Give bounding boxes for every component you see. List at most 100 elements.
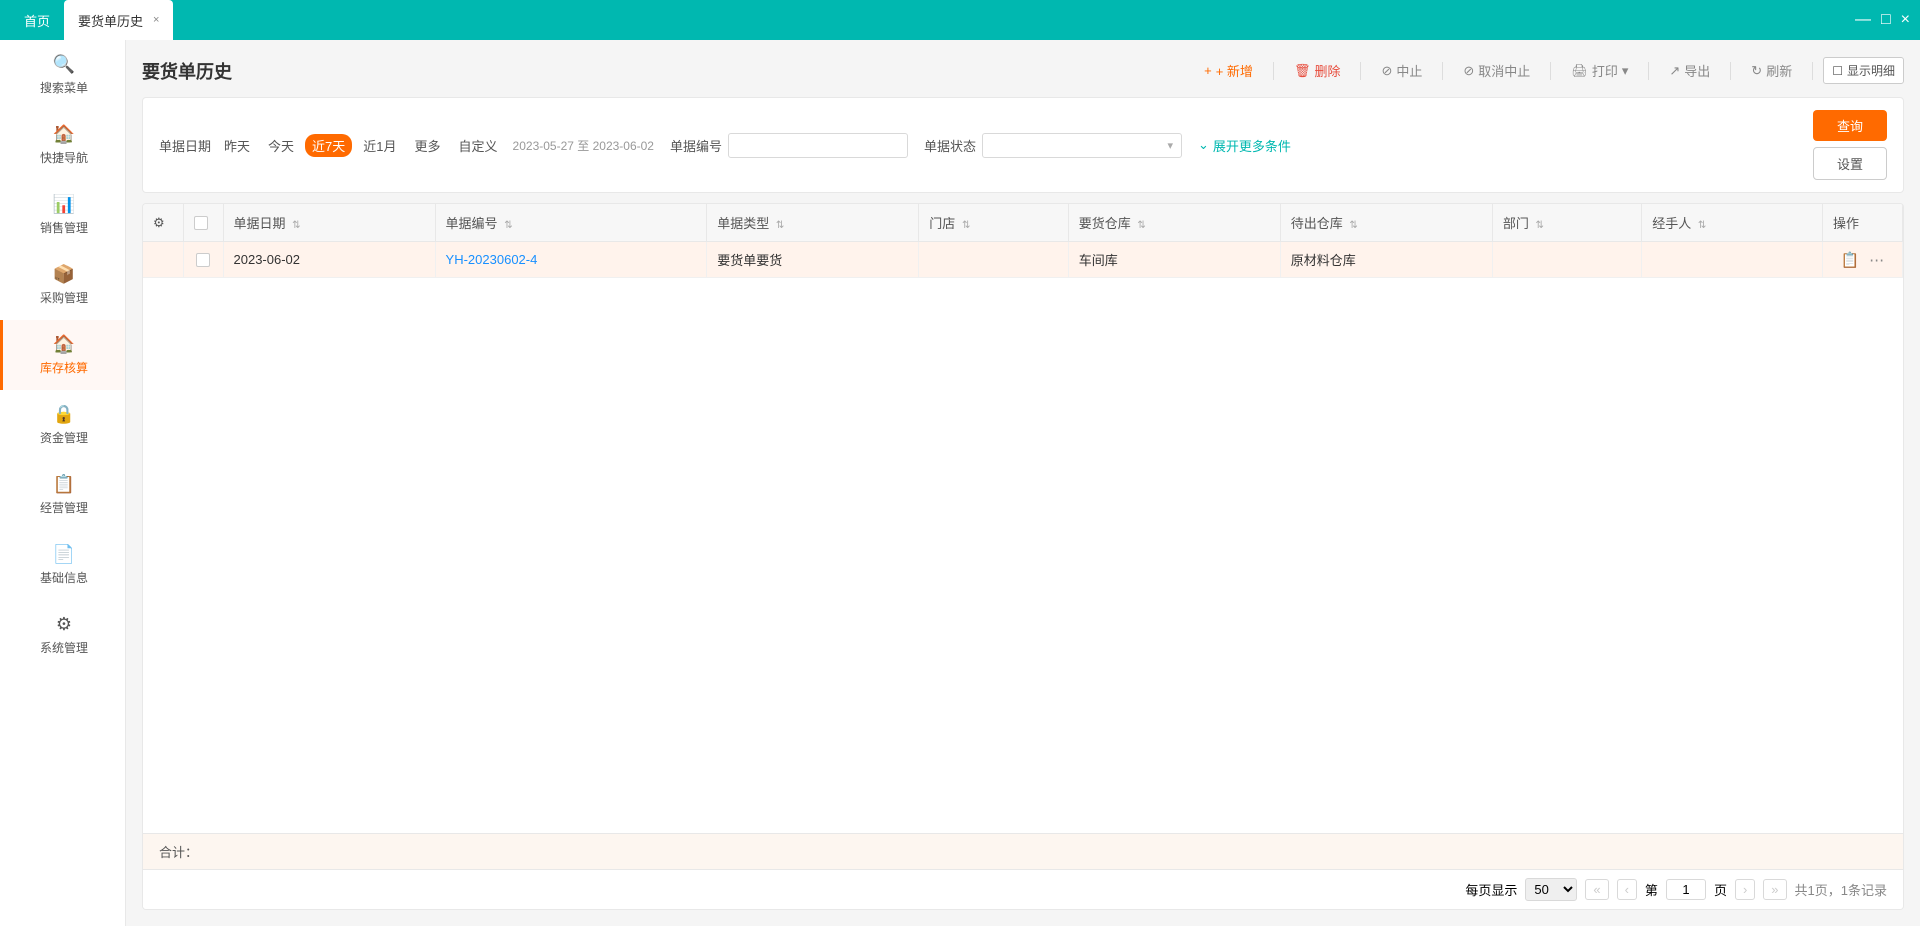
column-store-header[interactable]: 门店 ⇅ bbox=[919, 204, 1068, 242]
next-page-button[interactable]: › bbox=[1735, 879, 1755, 900]
page-header: 要货单历史 + + 新增 🗑 删除 ⊘ 中止 ⊘ bbox=[142, 56, 1904, 85]
toolbar-sep-6 bbox=[1730, 62, 1731, 80]
per-page-select[interactable]: 10 20 50 100 bbox=[1525, 878, 1577, 901]
sort-icon-pendingwarehouse: ⇅ bbox=[1349, 220, 1357, 231]
sidebar-item-basic-info[interactable]: 📄 基础信息 bbox=[0, 530, 125, 600]
date-btn-7days[interactable]: 近7天 bbox=[305, 134, 352, 157]
date-btn-yesterday[interactable]: 昨天 bbox=[217, 134, 257, 157]
sidebar-item-label: 库存核算 bbox=[40, 359, 88, 376]
date-range: 2023-05-27 至 2023-06-02 bbox=[513, 137, 654, 154]
print-button[interactable]: 🖨 打印 ▾ bbox=[1561, 56, 1638, 85]
page-prev-label: 第 bbox=[1645, 880, 1658, 899]
filter-area: 单据日期 昨天 今天 近7天 近1月 更多 自定义 2023-05-27 至 2… bbox=[142, 97, 1904, 193]
stop-button[interactable]: ⊘ 中止 bbox=[1371, 56, 1432, 85]
maximize-button[interactable]: □ bbox=[1881, 11, 1891, 29]
export-icon: ↗ bbox=[1669, 63, 1680, 79]
print-icon: 🖨 bbox=[1571, 63, 1588, 79]
sidebar-item-finance[interactable]: 🔒 资金管理 bbox=[0, 390, 125, 460]
column-reqwarehouse-header[interactable]: 要货仓库 ⇅ bbox=[1068, 204, 1280, 242]
tab-order-history[interactable]: 要货单历史 × bbox=[64, 0, 173, 40]
prev-page-button[interactable]: ‹ bbox=[1617, 879, 1637, 900]
query-button[interactable]: 查询 bbox=[1813, 110, 1887, 141]
row-orderno-cell: YH-20230602-4 bbox=[435, 242, 707, 278]
minimize-button[interactable]: — bbox=[1855, 11, 1871, 29]
sidebar-item-label: 基础信息 bbox=[40, 569, 88, 586]
column-handler-label: 经手人 bbox=[1652, 216, 1691, 231]
column-handler-header[interactable]: 经手人 ⇅ bbox=[1642, 204, 1823, 242]
toolbar-sep-1 bbox=[1273, 62, 1274, 80]
column-pendingwarehouse-header[interactable]: 待出仓库 ⇅ bbox=[1280, 204, 1492, 242]
cancel-stop-button[interactable]: ⊘ 取消中止 bbox=[1453, 56, 1540, 85]
sidebar-item-system[interactable]: ⚙ 系统管理 bbox=[0, 600, 125, 670]
page-number-input[interactable] bbox=[1666, 879, 1706, 900]
new-button[interactable]: + + 新增 bbox=[1194, 56, 1263, 85]
document-icon: 📄 bbox=[53, 544, 75, 565]
search-icon: 🔍 bbox=[53, 54, 75, 75]
row-ordertype-cell: 要货单要货 bbox=[707, 242, 919, 278]
delete-button[interactable]: 🗑 删除 bbox=[1284, 56, 1351, 85]
column-orderno-label: 单据编号 bbox=[446, 216, 498, 231]
row-more-button[interactable]: ⋯ bbox=[1866, 251, 1887, 269]
tab-home-label: 首页 bbox=[24, 11, 50, 30]
row-ops-cell: 📋 ⋯ bbox=[1823, 242, 1903, 278]
main-content: 要货单历史 + + 新增 🗑 删除 ⊘ 中止 ⊘ bbox=[126, 40, 1920, 926]
sidebar-item-quick-nav[interactable]: 🏠 快捷导航 bbox=[0, 110, 125, 180]
sidebar-item-inventory[interactable]: 🏠 库存核算 bbox=[0, 320, 125, 390]
table-scroll-area: ⚙ 单据日期 ⇅ 单据编号 ⇅ bbox=[143, 204, 1903, 833]
window-close-button[interactable]: × bbox=[1901, 11, 1910, 29]
column-date-header[interactable]: 单据日期 ⇅ bbox=[223, 204, 435, 242]
table-footer: 合计： bbox=[143, 833, 1903, 869]
sidebar-item-operations[interactable]: 📋 经营管理 bbox=[0, 460, 125, 530]
refresh-label: 刷新 bbox=[1766, 61, 1792, 80]
sort-icon-dept: ⇅ bbox=[1535, 220, 1543, 231]
sort-icon-date: ⇅ bbox=[292, 220, 300, 231]
status-select[interactable] bbox=[983, 134, 1181, 157]
last-page-button[interactable]: » bbox=[1763, 879, 1786, 900]
column-settings-header[interactable]: ⚙ bbox=[143, 204, 183, 242]
column-ordertype-header[interactable]: 单据类型 ⇅ bbox=[707, 204, 919, 242]
export-button[interactable]: ↗ 导出 bbox=[1659, 56, 1720, 85]
lock-icon: 🔒 bbox=[53, 404, 75, 425]
column-dept-header[interactable]: 部门 ⇅ bbox=[1492, 204, 1641, 242]
date-filter-group: 单据日期 昨天 今天 近7天 近1月 更多 自定义 2023-05-27 至 2… bbox=[159, 134, 654, 157]
toolbar-sep-4 bbox=[1550, 62, 1551, 80]
column-ops-header: 操作 bbox=[1823, 204, 1903, 242]
table-header: ⚙ 单据日期 ⇅ 单据编号 ⇅ bbox=[143, 204, 1903, 242]
expand-button[interactable]: ⌄ 展开更多条件 bbox=[1198, 136, 1291, 155]
toolbar-sep-3 bbox=[1442, 62, 1443, 80]
date-btn-more[interactable]: 更多 bbox=[408, 134, 448, 157]
date-btn-custom[interactable]: 自定义 bbox=[452, 134, 505, 157]
tab-close-icon[interactable]: × bbox=[153, 14, 159, 26]
status-label: 单据状态 bbox=[924, 136, 976, 155]
row-checkbox[interactable] bbox=[196, 253, 210, 267]
expand-label: 展开更多条件 bbox=[1213, 136, 1291, 155]
order-no-label: 单据编号 bbox=[670, 136, 722, 155]
order-no-input[interactable] bbox=[728, 133, 908, 158]
first-page-button[interactable]: « bbox=[1585, 879, 1608, 900]
refresh-icon: ↻ bbox=[1751, 63, 1762, 79]
column-orderno-header[interactable]: 单据编号 ⇅ bbox=[435, 204, 707, 242]
status-filter-group: 单据状态 ▾ bbox=[924, 133, 1182, 158]
sidebar-item-sales-mgmt[interactable]: 📊 销售管理 bbox=[0, 180, 125, 250]
sidebar-item-purchase-mgmt[interactable]: 📦 采购管理 bbox=[0, 250, 125, 320]
row-check-cell bbox=[183, 242, 223, 278]
date-btn-1month[interactable]: 近1月 bbox=[356, 134, 403, 157]
row-store-cell bbox=[919, 242, 1068, 278]
row-edit-button[interactable]: 📋 bbox=[1838, 251, 1863, 269]
window-controls: — □ × bbox=[1855, 11, 1910, 29]
chart-icon: 📊 bbox=[53, 194, 75, 215]
print-arrow-icon: ▾ bbox=[1622, 63, 1629, 79]
column-dept-label: 部门 bbox=[1503, 216, 1529, 231]
new-icon: + bbox=[1204, 63, 1212, 78]
select-all-checkbox[interactable] bbox=[194, 216, 208, 230]
delete-icon: 🗑 bbox=[1294, 63, 1311, 79]
tab-home[interactable]: 首页 bbox=[10, 0, 64, 40]
sidebar-item-search-menu[interactable]: 🔍 搜索菜单 bbox=[0, 40, 125, 110]
refresh-button[interactable]: ↻ 刷新 bbox=[1741, 56, 1802, 85]
show-detail-button[interactable]: ☐ 显示明细 bbox=[1823, 57, 1904, 84]
toolbar-sep-5 bbox=[1648, 62, 1649, 80]
date-btn-today[interactable]: 今天 bbox=[261, 134, 301, 157]
order-no-link[interactable]: YH-20230602-4 bbox=[446, 252, 538, 267]
setting-button[interactable]: 设置 bbox=[1813, 147, 1887, 180]
sidebar-item-label: 搜索菜单 bbox=[40, 79, 88, 96]
